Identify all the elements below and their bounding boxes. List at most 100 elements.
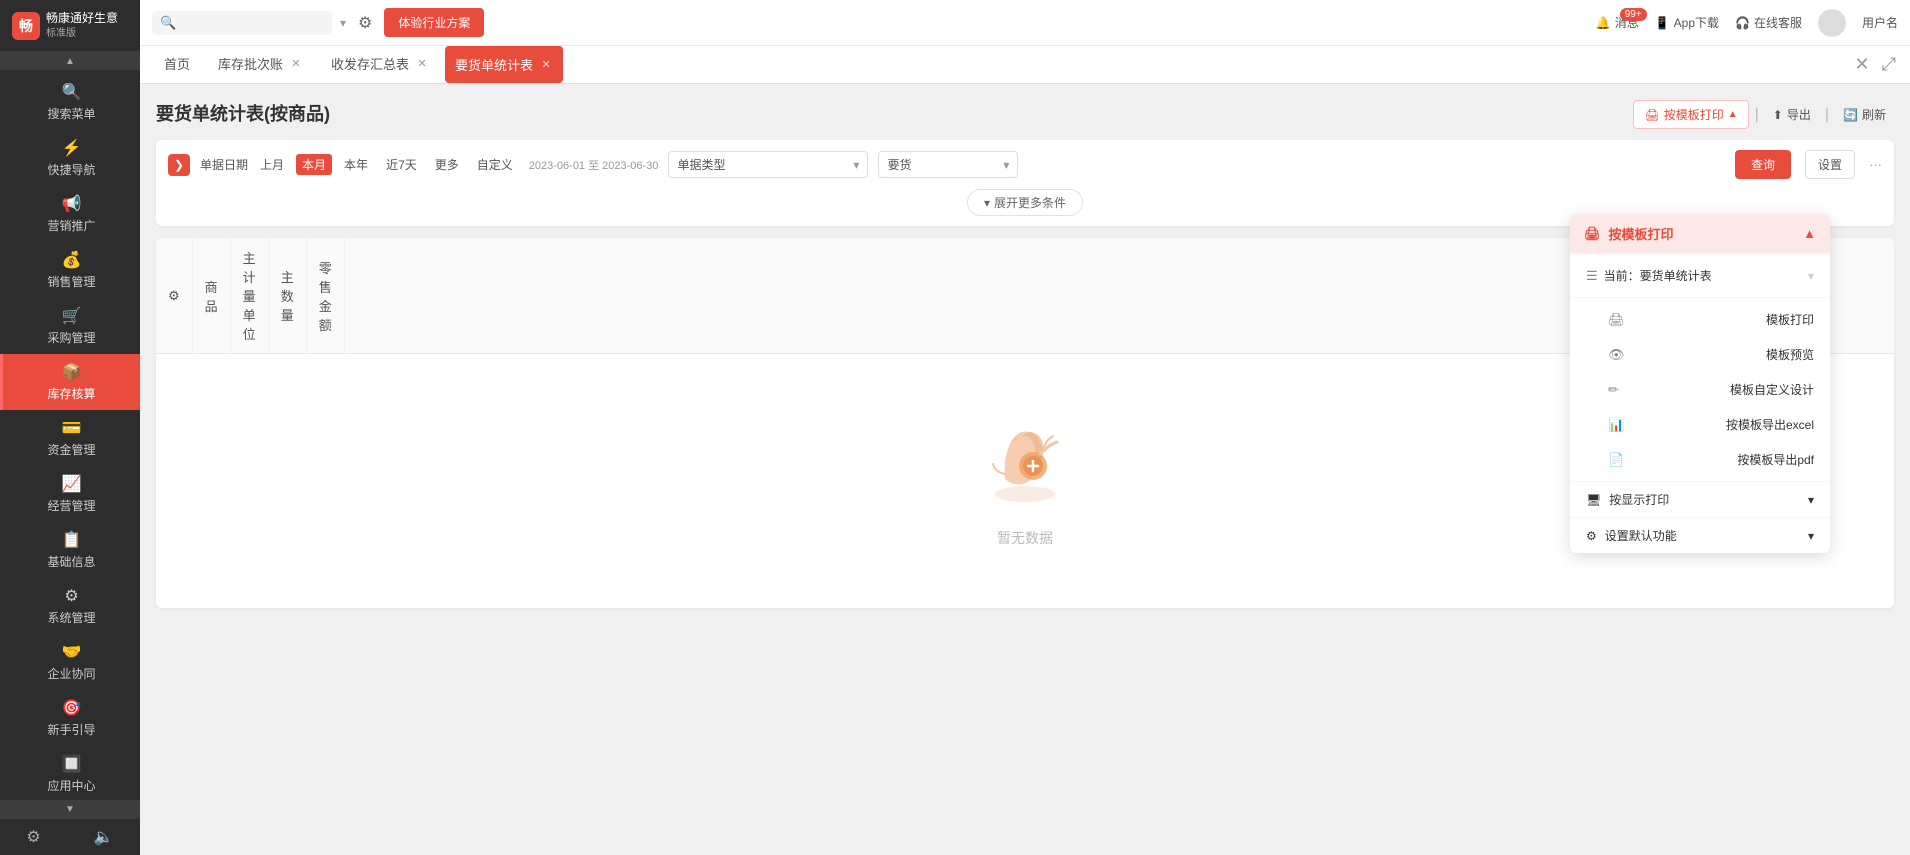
requisition-label: 要货 xyxy=(887,156,911,173)
sidebar-scroll-down[interactable]: ▼ xyxy=(0,800,140,818)
sidebar-item-marketing[interactable]: 📢 营销推广 xyxy=(0,186,140,242)
phone-icon: 📱 xyxy=(1655,16,1670,30)
col-settings[interactable]: ⚙ xyxy=(156,238,192,354)
col-unit: 主计量单位 xyxy=(230,238,268,354)
export-btn[interactable]: ⬆ 导出 xyxy=(1765,101,1819,128)
dropdown-display-print-group[interactable]: 🖥 按显示打印 ▾ xyxy=(1570,481,1830,517)
notification-btn[interactable]: 🔔 消息 99+ xyxy=(1596,14,1639,31)
shortcuts-icon: ⚡ xyxy=(62,138,82,158)
sidebar-item-enterprise[interactable]: 🤝 企业协同 xyxy=(0,634,140,690)
type-filter-dropdown[interactable]: 单据类型 ▾ xyxy=(668,151,868,178)
expand-more-btn[interactable]: ▾ 展开更多条件 xyxy=(967,189,1083,216)
default-settings-icon: ⚙ xyxy=(1586,529,1597,543)
tab-close-inventory-batch[interactable]: ✕ xyxy=(289,57,303,71)
app-download-btn[interactable]: 📱 App下载 xyxy=(1655,14,1719,31)
sidebar-item-shortcuts[interactable]: ⚡ 快捷导航 xyxy=(0,130,140,186)
sound-icon[interactable]: 🔈 xyxy=(94,827,114,847)
sidebar: 畅 畅康通好生意 标准版 ▲ 🔍 搜索菜单 ⚡ 快捷导航 📢 营销推广 💰 销售… xyxy=(0,0,140,855)
print-template-btn[interactable]: 🖨 按模板打印 ▲ xyxy=(1633,100,1748,129)
default-settings-chevron-icon: ▾ xyxy=(1808,529,1814,543)
settings-bottom-icon[interactable]: ⚙ xyxy=(26,827,40,847)
date-this-month-btn[interactable]: 本月 xyxy=(296,154,332,175)
dropdown-header[interactable]: 🖨 按模板打印 ▲ xyxy=(1570,214,1830,253)
sidebar-scroll-up[interactable]: ▲ xyxy=(0,52,140,70)
tabbar: 首页 库存批次账 ✕ 收发存汇总表 ✕ 要货单统计表 ✕ ✕ ⤢ xyxy=(140,46,1910,84)
type-dropdown-arrow-icon: ▾ xyxy=(853,158,859,172)
headset-icon: 🎧 xyxy=(1735,16,1750,30)
dropdown-template-print[interactable]: 🖨 模板打印 xyxy=(1570,302,1830,337)
sales-icon: 💰 xyxy=(62,250,82,270)
sidebar-item-finance[interactable]: 💳 资金管理 xyxy=(0,410,140,466)
user-avatar[interactable] xyxy=(1818,9,1846,37)
tab-home[interactable]: 首页 xyxy=(152,46,202,83)
sidebar-item-sales[interactable]: 💰 销售管理 xyxy=(0,242,140,298)
sidebar-bottom: ⚙ 🔈 xyxy=(0,818,140,855)
close-all-tabs-btn[interactable]: ✕ xyxy=(1853,52,1872,77)
refresh-btn[interactable]: 🔄 刷新 xyxy=(1835,101,1894,128)
query-button[interactable]: 查询 xyxy=(1735,150,1791,179)
expand-tabs-btn[interactable]: ⤢ xyxy=(1880,52,1898,77)
dropdown-default-settings-group[interactable]: ⚙ 设置默认功能 ▾ xyxy=(1570,517,1830,553)
newbie-icon: 🎯 xyxy=(62,698,82,718)
online-service-btn[interactable]: 🎧 在线客服 xyxy=(1735,14,1802,31)
sidebar-item-basic[interactable]: 📋 基础信息 xyxy=(0,522,140,578)
sidebar-nav: 🔍 搜索菜单 ⚡ 快捷导航 📢 营销推广 💰 销售管理 🛒 采购管理 📦 库存核… xyxy=(0,70,140,800)
display-print-chevron-icon: ▾ xyxy=(1808,493,1814,507)
print-dropdown: 🖨 按模板打印 ▲ ☰ 当前：要货单统计表 ▾ 🖨 模板打印 xyxy=(1570,214,1830,553)
export-pdf-icon: 📄 xyxy=(1608,452,1624,468)
search-box[interactable]: 🔍 xyxy=(152,11,332,35)
date-this-year-btn[interactable]: 本年 xyxy=(338,154,374,175)
type-label: 单据类型 xyxy=(677,156,725,173)
basic-icon: 📋 xyxy=(62,530,82,550)
sidebar-item-purchase[interactable]: 🛒 采购管理 xyxy=(0,298,140,354)
tab-inventory-batch[interactable]: 库存批次账 ✕ xyxy=(206,46,315,83)
col-retail-amount: 零售金额 xyxy=(306,238,344,354)
date-custom-btn[interactable]: 自定义 xyxy=(471,154,519,175)
dropdown-template-preview[interactable]: 👁 模板预览 xyxy=(1570,337,1830,372)
filter-expand-icon[interactable]: ❯ xyxy=(168,154,190,176)
date-range-text: 2023-06-01 至 2023-06-30 xyxy=(529,157,659,173)
topbar: 🔍 ▾ ⚙ 体验行业方案 🔔 消息 99+ 📱 App下载 🎧 在线客服 用户名 xyxy=(140,0,1910,46)
tab-requisition-stats[interactable]: 要货单统计表 ✕ xyxy=(445,46,563,83)
topbar-right: 🔔 消息 99+ 📱 App下载 🎧 在线客服 用户名 xyxy=(1596,9,1898,37)
sidebar-item-inventory[interactable]: 📦 库存核算 xyxy=(0,354,140,410)
sidebar-item-newbie[interactable]: 🎯 新手引导 xyxy=(0,690,140,746)
trial-button[interactable]: 体验行业方案 xyxy=(384,8,484,37)
notification-badge: 99+ xyxy=(1620,8,1647,21)
sidebar-item-system[interactable]: ⚙ 系统管理 xyxy=(0,578,140,634)
export-icon: ⬆ xyxy=(1773,108,1783,122)
dropdown-current-item[interactable]: ☰ 当前：要货单统计表 ▾ xyxy=(1570,258,1830,293)
logo-text: 畅康通好生意 标准版 xyxy=(46,11,118,40)
date-7days-btn[interactable]: 近7天 xyxy=(380,154,423,175)
printer-icon: 🖨 xyxy=(1644,108,1659,122)
more-options-icon[interactable]: ··· xyxy=(1869,157,1882,172)
filter-expand-row: ▾ 展开更多条件 xyxy=(168,189,1882,216)
user-name[interactable]: 用户名 xyxy=(1862,14,1898,31)
tabbar-actions: ✕ ⤢ xyxy=(1853,52,1899,77)
inventory-icon: 📦 xyxy=(62,362,82,382)
appstore-icon: 🔲 xyxy=(62,754,82,774)
topbar-settings-icon[interactable]: ⚙ xyxy=(358,13,372,33)
dropdown-export-excel[interactable]: 📊 按模板导出excel xyxy=(1570,407,1830,442)
dropdown-export-pdf[interactable]: 📄 按模板导出pdf xyxy=(1570,442,1830,477)
sidebar-item-search[interactable]: 🔍 搜索菜单 xyxy=(0,74,140,130)
template-custom-icon: ✏ xyxy=(1608,382,1619,398)
dropdown-template-custom[interactable]: ✏ 模板自定义设计 xyxy=(1570,372,1830,407)
dropdown-collapse-icon[interactable]: ▲ xyxy=(1803,226,1816,241)
date-prev-month-btn[interactable]: 上月 xyxy=(254,154,290,175)
requisition-filter-dropdown[interactable]: 要货 ▾ xyxy=(878,151,1018,178)
topbar-chevron-icon[interactable]: ▾ xyxy=(340,16,346,30)
date-more-btn[interactable]: 更多 xyxy=(429,154,465,175)
tab-close-requisition-stats[interactable]: ✕ xyxy=(539,58,553,72)
sidebar-item-appstore[interactable]: 🔲 应用中心 xyxy=(0,746,140,800)
refresh-icon: 🔄 xyxy=(1843,108,1858,122)
tab-collection-summary[interactable]: 收发存汇总表 ✕ xyxy=(319,46,441,83)
purchase-icon: 🛒 xyxy=(62,306,82,326)
settings-button[interactable]: 设置 xyxy=(1805,150,1855,179)
sidebar-item-operations[interactable]: 📈 经营管理 xyxy=(0,466,140,522)
logo-icon: 畅 xyxy=(12,12,40,40)
dropdown-printer-icon: 🖨 xyxy=(1584,226,1601,242)
tab-close-collection-summary[interactable]: ✕ xyxy=(415,57,429,71)
requisition-dropdown-arrow-icon: ▾ xyxy=(1003,158,1009,172)
search-input[interactable] xyxy=(180,16,320,30)
